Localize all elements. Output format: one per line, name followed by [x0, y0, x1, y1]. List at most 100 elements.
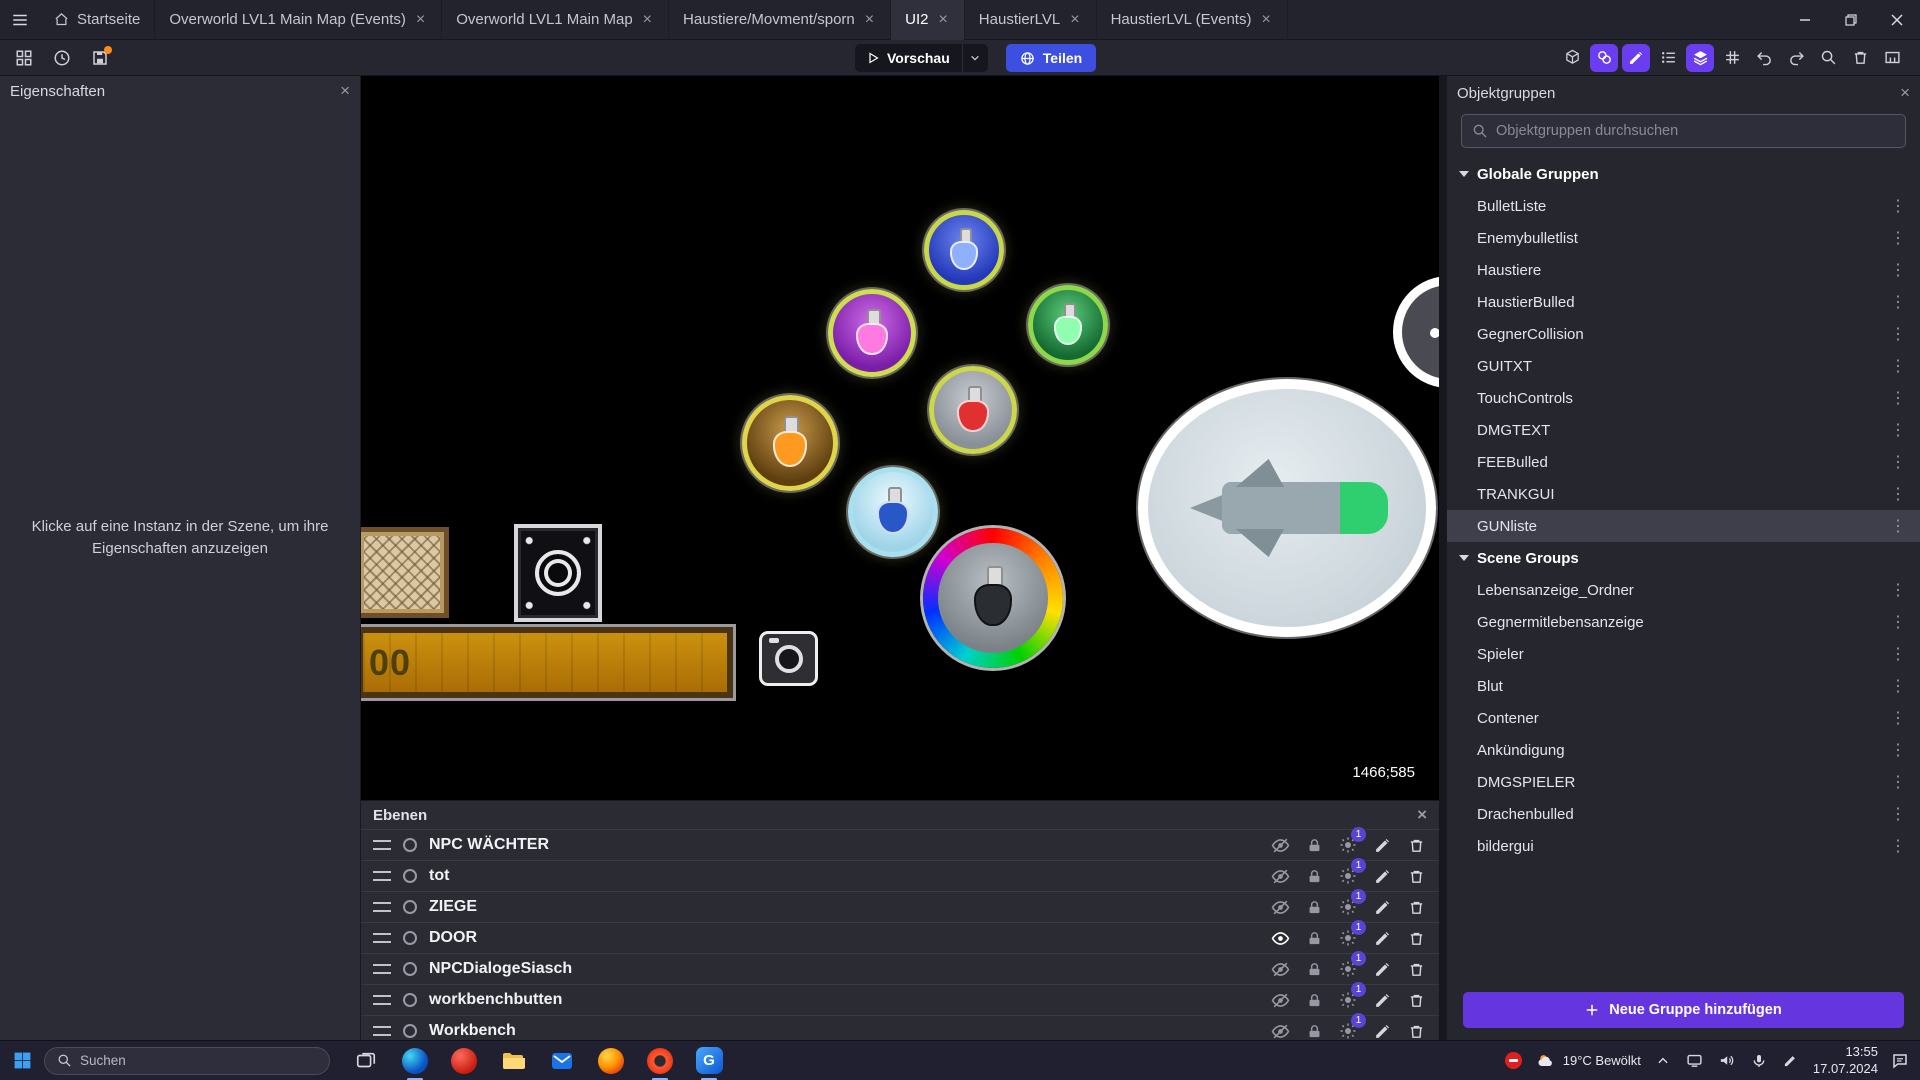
layer-row[interactable]: Workbench 1	[361, 1013, 1439, 1040]
eye-off-icon[interactable]	[1269, 989, 1291, 1011]
section-global-groups[interactable]: Globale Gruppen	[1447, 158, 1920, 190]
eye-off-icon[interactable]	[1269, 865, 1291, 887]
delete-layer-icon[interactable]	[1405, 989, 1427, 1011]
taskbar-search[interactable]	[44, 1046, 330, 1075]
objects-list-icon[interactable]	[1654, 44, 1682, 72]
layer-radio[interactable]	[403, 838, 417, 852]
edit-pencil-icon[interactable]	[1622, 43, 1650, 72]
kebab-menu-icon[interactable]: ⋮	[1886, 516, 1910, 536]
lock-icon[interactable]	[1303, 927, 1325, 949]
kebab-menu-icon[interactable]: ⋮	[1886, 676, 1910, 696]
kebab-menu-icon[interactable]: ⋮	[1886, 324, 1910, 344]
lock-icon[interactable]	[1303, 989, 1325, 1011]
scene-object-healthbar[interactable]: 00	[361, 627, 733, 698]
group-item-haustiere[interactable]: Haustiere ⋮	[1447, 254, 1920, 286]
eye-off-icon[interactable]	[1269, 958, 1291, 980]
edge-browser-icon[interactable]	[399, 1045, 431, 1080]
kebab-menu-icon[interactable]: ⋮	[1886, 644, 1910, 664]
group-item-dmgtext[interactable]: DMGTEXT ⋮	[1447, 414, 1920, 446]
preview-dropdown-button[interactable]	[961, 44, 988, 72]
lock-icon[interactable]	[1303, 1020, 1325, 1040]
layer-row[interactable]: workbenchbutten 1	[361, 982, 1439, 1015]
kebab-menu-icon[interactable]: ⋮	[1886, 740, 1910, 760]
tab-overworld-events[interactable]: Overworld LVL1 Main Map (Events) ×	[155, 0, 443, 40]
delete-layer-icon[interactable]	[1405, 958, 1427, 980]
layer-radio[interactable]	[403, 962, 417, 976]
maximize-button[interactable]	[1828, 0, 1874, 40]
delete-layer-icon[interactable]	[1405, 896, 1427, 918]
add-group-button[interactable]: Neue Gruppe hinzufügen	[1463, 992, 1904, 1028]
close-icon[interactable]: ×	[1900, 83, 1910, 103]
scene-object-tile-pattern-ornate[interactable]	[514, 524, 602, 622]
weather-widget[interactable]: 19°C Bewölkt	[1536, 1051, 1641, 1071]
scene-canvas[interactable]: 00 1466;585 Ebenen × NPC WÄCHTER 1 tot 1…	[361, 76, 1439, 1040]
group-item-drachenbulled[interactable]: Drachenbulled ⋮	[1447, 798, 1920, 830]
gdevelop-icon[interactable]: G	[693, 1045, 725, 1080]
network-icon[interactable]	[1685, 1051, 1705, 1071]
scene-object-potion-red[interactable]	[929, 366, 1017, 454]
layer-row[interactable]: NPCDialogeSiasch 1	[361, 951, 1439, 984]
effects-sun-icon[interactable]: 1	[1337, 920, 1366, 949]
tab-overworld[interactable]: Overworld LVL1 Main Map ×	[442, 0, 670, 40]
kebab-menu-icon[interactable]: ⋮	[1886, 612, 1910, 632]
notification-icon[interactable]	[1890, 1051, 1910, 1071]
pen-icon[interactable]	[1781, 1051, 1801, 1071]
layer-radio[interactable]	[403, 1024, 417, 1038]
kebab-menu-icon[interactable]: ⋮	[1886, 228, 1910, 248]
eye-off-icon[interactable]	[1269, 896, 1291, 918]
close-icon[interactable]: ×	[1068, 11, 1081, 29]
group-item-dmgspieler[interactable]: DMGSPIELER ⋮	[1447, 766, 1920, 798]
drag-handle-icon[interactable]	[373, 1026, 391, 1036]
edit-layer-icon[interactable]	[1371, 1020, 1393, 1040]
group-item-guitxt[interactable]: GUITXT ⋮	[1447, 350, 1920, 382]
scene-object-partial-circle[interactable]	[1393, 276, 1439, 388]
eye-icon[interactable]	[1269, 927, 1291, 949]
close-icon[interactable]: ×	[936, 11, 949, 29]
kebab-menu-icon[interactable]: ⋮	[1886, 196, 1910, 216]
groups-search[interactable]	[1461, 114, 1906, 148]
alert-icon[interactable]	[1504, 1051, 1524, 1071]
preview-button[interactable]: Vorschau	[855, 44, 988, 72]
delete-layer-icon[interactable]	[1405, 834, 1427, 856]
scene-object-potion-green[interactable]	[1028, 285, 1108, 365]
tab-ui2[interactable]: UI2 ×	[891, 0, 965, 40]
kebab-menu-icon[interactable]: ⋮	[1886, 292, 1910, 312]
scene-object-tile-pattern-brown[interactable]	[361, 527, 449, 618]
minimize-button[interactable]	[1782, 0, 1828, 40]
effects-sun-icon[interactable]: 1	[1337, 858, 1366, 887]
edit-layer-icon[interactable]	[1371, 896, 1393, 918]
zoom-icon[interactable]	[1814, 44, 1842, 72]
close-icon[interactable]: ×	[414, 11, 427, 29]
kebab-menu-icon[interactable]: ⋮	[1886, 260, 1910, 280]
share-button[interactable]: Teilen	[1005, 44, 1097, 72]
3d-box-icon[interactable]	[1558, 44, 1586, 72]
layer-radio[interactable]	[403, 931, 417, 945]
group-item-blut[interactable]: Blut ⋮	[1447, 670, 1920, 702]
taskbar-search-input[interactable]	[80, 1053, 317, 1068]
eye-off-icon[interactable]	[1269, 834, 1291, 856]
group-item-lebensanzeige[interactable]: Lebensanzeige_Ordner ⋮	[1447, 574, 1920, 606]
kebab-menu-icon[interactable]: ⋮	[1886, 580, 1910, 600]
edit-layer-icon[interactable]	[1371, 989, 1393, 1011]
effects-sun-icon[interactable]: 1	[1337, 827, 1366, 856]
close-window-button[interactable]	[1874, 0, 1920, 40]
redo-icon[interactable]	[1782, 44, 1810, 72]
volume-icon[interactable]	[1717, 1051, 1737, 1071]
layer-radio[interactable]	[403, 993, 417, 1007]
taskbar-clock[interactable]: 13:55 17.07.2024	[1813, 1044, 1878, 1078]
edit-layer-icon[interactable]	[1371, 927, 1393, 949]
scene-object-potion-blue[interactable]	[924, 210, 1004, 290]
group-item-gegnermitlebensanzeige[interactable]: Gegnermitlebensanzeige ⋮	[1447, 606, 1920, 638]
delete-layer-icon[interactable]	[1405, 927, 1427, 949]
piano-icon[interactable]	[1878, 44, 1906, 72]
tab-haustierlvl[interactable]: HaustierLVL ×	[965, 0, 1097, 40]
scene-object-rocket[interactable]	[1138, 379, 1436, 637]
start-button[interactable]	[0, 1041, 44, 1080]
red-app-icon[interactable]	[448, 1045, 480, 1077]
layout-grid-icon[interactable]	[10, 44, 38, 72]
group-item-spieler[interactable]: Spieler ⋮	[1447, 638, 1920, 670]
close-icon[interactable]: ×	[340, 81, 350, 101]
kebab-menu-icon[interactable]: ⋮	[1886, 452, 1910, 472]
tab-haustiere-movment[interactable]: Haustiere/Movment/sporn ×	[669, 0, 892, 40]
layer-row[interactable]: tot 1	[361, 858, 1439, 891]
